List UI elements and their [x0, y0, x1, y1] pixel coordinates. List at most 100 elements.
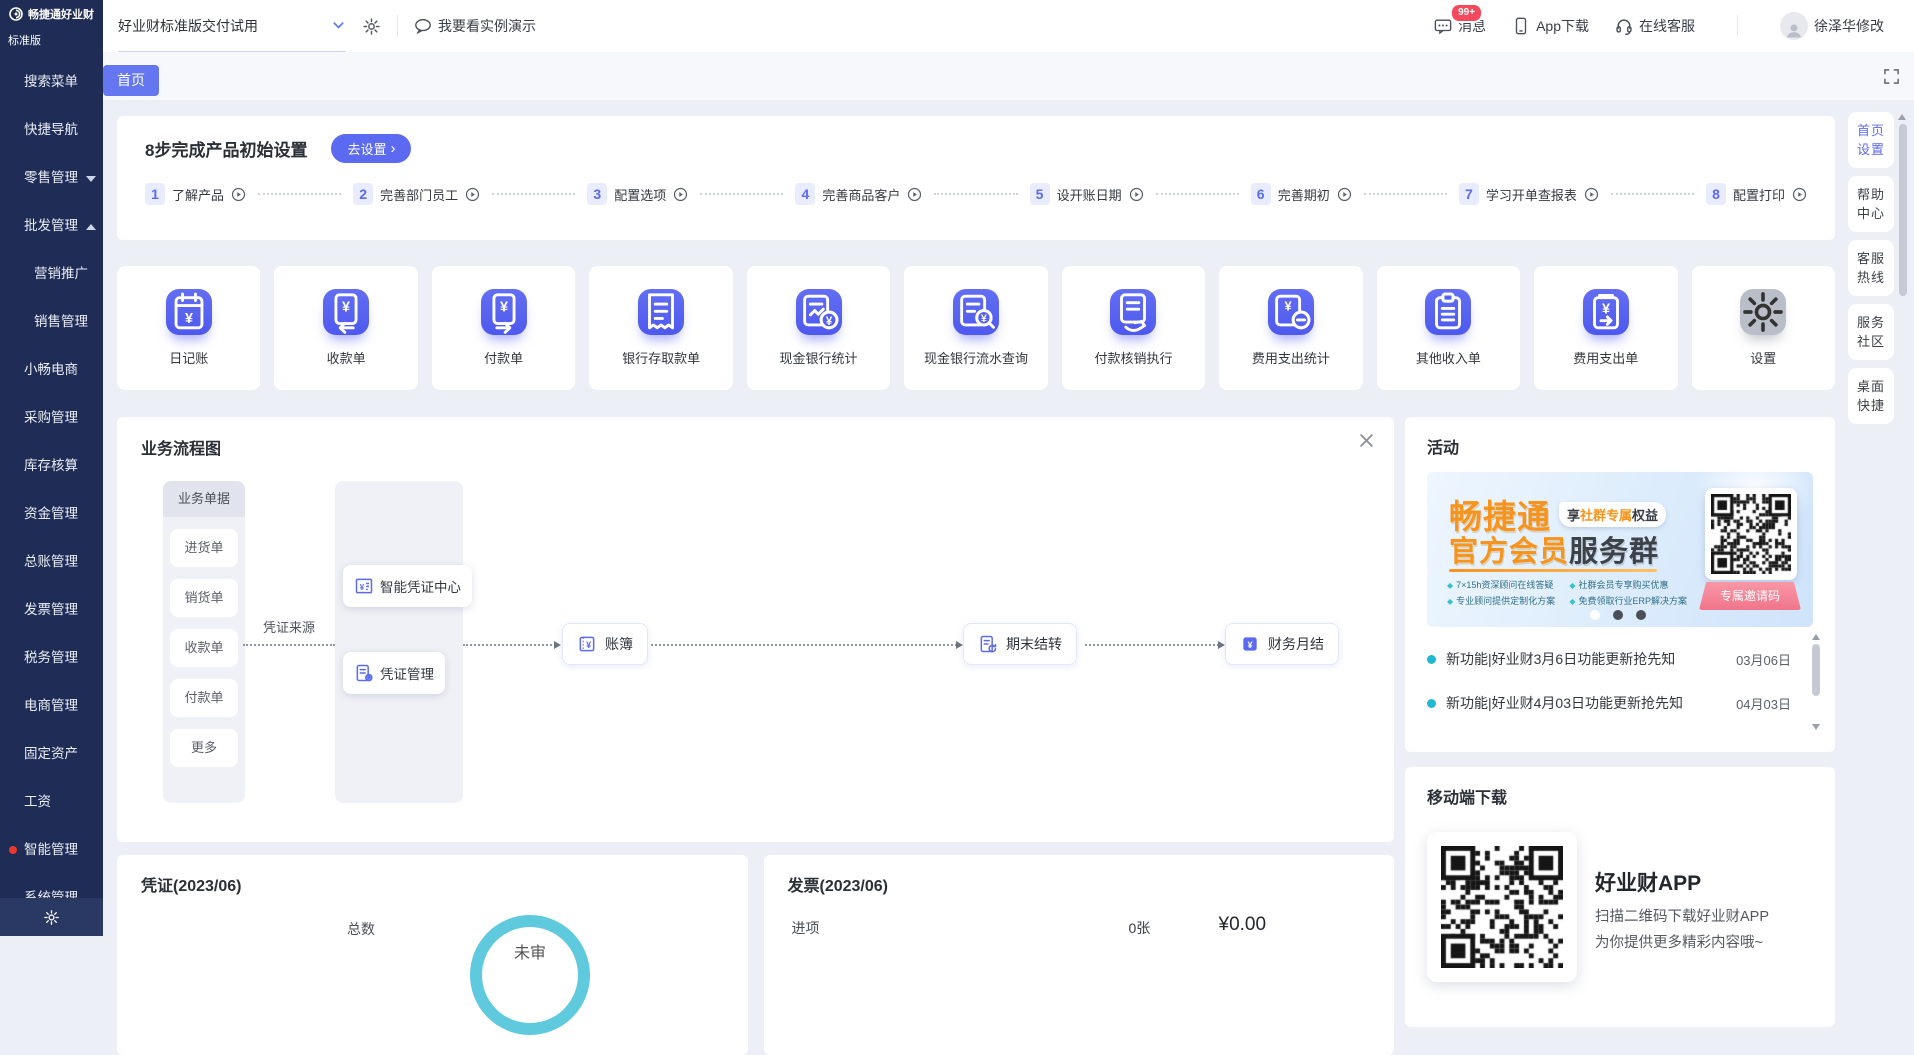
sidebar-item-wholesale[interactable]: 批发管理	[0, 202, 103, 250]
sidebar-item-tax[interactable]: 税务管理	[0, 634, 103, 682]
voucher-donut-chart: 未审	[470, 915, 590, 1035]
flow-doc-payment-order[interactable]: 付款单	[170, 679, 238, 717]
sidebar-item-search-menu[interactable]: 搜索菜单	[0, 58, 103, 106]
rail-tab-help-center[interactable]: 帮助中心	[1848, 176, 1894, 232]
play-icon[interactable]	[1792, 187, 1807, 202]
sidebar-item-payroll[interactable]: 工资	[0, 778, 103, 826]
online-service-button[interactable]: 在线客服	[1615, 16, 1695, 36]
flow-doc-more[interactable]: 更多	[170, 729, 238, 767]
flow-node-ledger[interactable]: ¥ 账簿	[562, 623, 648, 665]
play-icon[interactable]	[1337, 187, 1352, 202]
rail-tab-service-hotline[interactable]: 客服热线	[1848, 240, 1894, 296]
scroll-down-icon[interactable]	[1812, 724, 1820, 730]
mobile-title: 移动端下载	[1427, 790, 1508, 807]
setup-step-8[interactable]: 8 配置打印	[1705, 183, 1807, 205]
setup-step-1[interactable]: 1 了解产品	[145, 183, 246, 205]
scrollbar-thumb[interactable]	[1812, 644, 1820, 696]
shortcut-expense-order[interactable]: ¥ 费用支出单	[1534, 266, 1678, 390]
step-connector	[258, 193, 342, 195]
carousel-dot[interactable]	[1636, 610, 1646, 620]
voucher-title: 凭证(2023/06)	[141, 878, 242, 895]
flow-doc-sales-order[interactable]: 销货单	[170, 579, 238, 617]
app-download-button[interactable]: App下载	[1512, 16, 1589, 36]
sidebar-item-smart-management[interactable]: 智能管理	[0, 826, 103, 874]
flow-node-period-carryover[interactable]: 期末结转	[963, 623, 1077, 665]
rail-scroll-up-icon[interactable]	[1898, 114, 1906, 120]
play-icon[interactable]	[231, 187, 246, 202]
setup-step-7[interactable]: 7 学习开单查报表	[1458, 183, 1599, 205]
rail-tab-desktop-shortcut[interactable]: 桌面快捷	[1848, 368, 1894, 424]
flow-node-month-close[interactable]: ¥ 财务月结	[1225, 623, 1339, 665]
shortcut-settings[interactable]: 设置	[1691, 266, 1835, 390]
rail-tab-service-community[interactable]: 服务社区	[1848, 304, 1894, 360]
close-icon[interactable]	[1359, 433, 1374, 448]
step-connector	[700, 193, 784, 195]
carryover-icon	[978, 634, 998, 654]
activity-title: 活动	[1427, 440, 1460, 457]
org-settings-gear-icon[interactable]	[362, 17, 381, 36]
demo-link[interactable]: 我要看实例演示	[414, 16, 536, 36]
play-icon[interactable]	[1129, 187, 1144, 202]
flow-voucher-management[interactable]: 凭证管理	[343, 652, 445, 694]
user-menu[interactable]: 徐泽华修改	[1780, 12, 1884, 40]
chevron-right-icon: ›	[390, 140, 396, 157]
setup-step-4[interactable]: 4 完善商品客户	[795, 183, 922, 205]
tab-home[interactable]: 首页	[103, 65, 159, 96]
shortcut-payment-verification[interactable]: 付款核销执行	[1061, 266, 1206, 390]
brand-logo: 畅捷通好业财 标准版	[0, 0, 103, 52]
caret-down-icon	[86, 176, 96, 182]
shortcut-cash-bank-stats[interactable]: ¥ 现金银行统计	[746, 266, 891, 390]
svg-text:¥: ¥	[825, 316, 832, 328]
sidebar-settings-button[interactable]	[0, 898, 103, 936]
sidebar-item-marketing[interactable]: 营销推广	[0, 250, 103, 298]
play-icon[interactable]	[907, 187, 922, 202]
messages-button[interactable]: 99+ 消息	[1434, 3, 1486, 36]
setup-step-3[interactable]: 3 配置选项	[587, 183, 688, 205]
org-selector[interactable]: 好业财标准版交付试用	[118, 0, 346, 52]
news-list: 新功能|好业财3月6日功能更新抢先知 03月06日 新功能|好业财4月03日功能…	[1427, 637, 1813, 725]
play-icon[interactable]	[1584, 187, 1599, 202]
fullscreen-icon[interactable]	[1883, 68, 1900, 85]
sidebar-item-fixed-assets[interactable]: 固定资产	[0, 730, 103, 778]
flow-connector	[463, 641, 561, 649]
play-icon[interactable]	[465, 187, 480, 202]
sidebar-item-purchase[interactable]: 采购管理	[0, 394, 103, 442]
carousel-dot[interactable]	[1613, 610, 1623, 620]
sidebar-item-general-ledger[interactable]: 总账管理	[0, 538, 103, 586]
flow-smart-voucher-center[interactable]: ¥ 智能凭证中心	[343, 565, 472, 607]
sidebar-item-inventory[interactable]: 库存核算	[0, 442, 103, 490]
news-scrollbar	[1811, 634, 1821, 730]
sidebar-item-funds[interactable]: 资金管理	[0, 490, 103, 538]
sidebar-item-sales[interactable]: 销售管理	[0, 298, 103, 346]
rail-tab-home-settings[interactable]: 首页设置	[1848, 112, 1894, 168]
shortcut-bank-deposit[interactable]: 银行存取款单	[589, 266, 733, 390]
setup-step-6[interactable]: 6 完善期初	[1250, 183, 1352, 205]
sidebar-item-xiaochang-ecommerce[interactable]: 小畅电商	[0, 346, 103, 394]
headset-icon	[1615, 17, 1633, 35]
setup-step-5[interactable]: 5 设开账日期	[1029, 183, 1144, 205]
sidebar-item-invoice[interactable]: 发票管理	[0, 586, 103, 634]
news-item[interactable]: 新功能|好业财3月6日功能更新抢先知 03月06日	[1427, 637, 1813, 681]
sidebar-item-quick-nav[interactable]: 快捷导航	[0, 106, 103, 154]
shortcut-journal[interactable]: ¥ 日记账	[117, 266, 261, 390]
sidebar-item-ecommerce[interactable]: 电商管理	[0, 682, 103, 730]
scroll-up-icon[interactable]	[1812, 634, 1820, 640]
play-icon[interactable]	[673, 187, 688, 202]
sidebar-item-retail[interactable]: 零售管理	[0, 154, 103, 202]
shortcut-payment-order[interactable]: ¥ 付款单	[431, 266, 576, 390]
shortcut-receipt-order[interactable]: ¥ 收款单	[274, 266, 418, 390]
carousel-dot[interactable]	[1590, 610, 1600, 620]
activity-banner[interactable]: 畅捷通 享社群专属权益 官方会员服务群 7×15h资深顾问在线答疑 社群会员专享…	[1427, 472, 1813, 627]
flow-doc-receipt-order[interactable]: 收款单	[170, 629, 238, 667]
flow-source-label: 凭证来源	[262, 620, 315, 635]
shortcut-cash-bank-query[interactable]: ¥ 现金银行流水查询	[904, 266, 1048, 390]
go-setup-button[interactable]: 去设置 ›	[331, 134, 412, 163]
journal-icon: ¥	[165, 289, 212, 335]
shortcut-expense-stats[interactable]: ¥ 费用支出统计	[1219, 266, 1363, 390]
svg-text:¥: ¥	[586, 640, 592, 650]
flow-doc-purchase-order[interactable]: 进货单	[170, 529, 238, 567]
news-item[interactable]: 新功能|好业财4月03日功能更新抢先知 04月03日	[1427, 681, 1813, 725]
setup-step-2[interactable]: 2 完善部门员工	[353, 183, 480, 205]
shortcut-other-income[interactable]: 其他收入单	[1376, 266, 1521, 390]
rail-scrollbar-thumb[interactable]	[1899, 124, 1907, 296]
